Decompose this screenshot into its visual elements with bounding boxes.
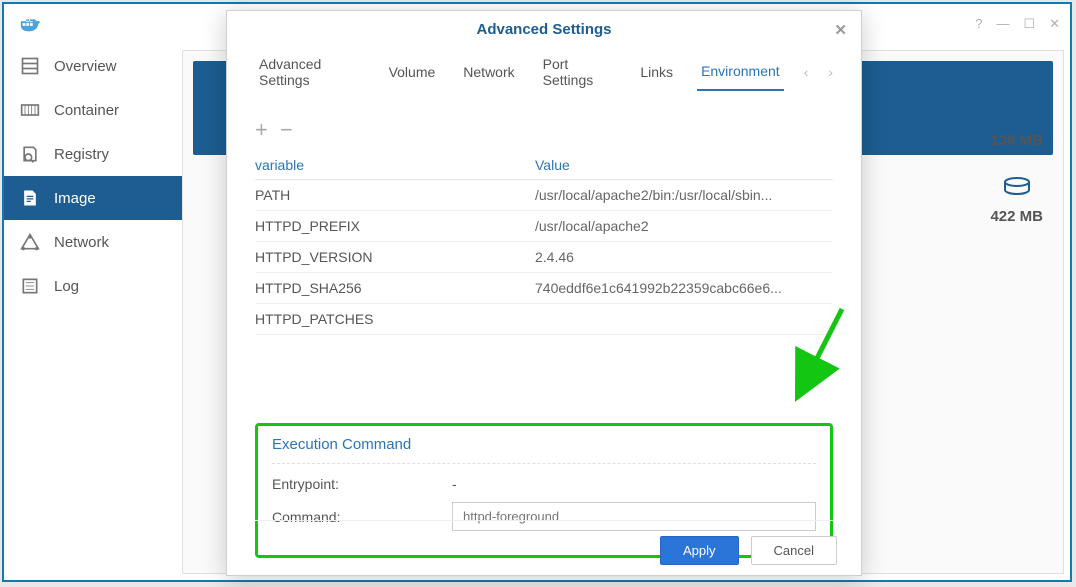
overview-icon xyxy=(20,56,40,76)
close-button[interactable]: ✕ xyxy=(1049,16,1060,32)
disk-icon xyxy=(1003,177,1031,197)
stat-value: 138 MB xyxy=(990,132,1043,149)
entrypoint-value: - xyxy=(452,476,457,492)
advanced-settings-modal: Advanced Settings ✕ Advanced Settings Vo… xyxy=(226,10,862,576)
tab-network[interactable]: Network xyxy=(459,54,518,90)
env-var: HTTPD_VERSION xyxy=(255,249,535,265)
container-icon xyxy=(20,100,40,120)
env-row[interactable]: PATH/usr/local/apache2/bin:/usr/local/sb… xyxy=(255,180,833,211)
env-var: HTTPD_PATCHES xyxy=(255,311,535,327)
sidebar-item-image[interactable]: Image xyxy=(4,176,182,220)
tab-next-icon[interactable]: › xyxy=(828,64,833,80)
modal-title: Advanced Settings ✕ xyxy=(227,11,861,46)
env-row[interactable]: HTTPD_SHA256740eddf6e1c641992b22359cabc6… xyxy=(255,273,833,304)
tab-volume[interactable]: Volume xyxy=(385,54,440,90)
add-row-button[interactable]: + xyxy=(255,117,268,143)
sidebar-item-registry[interactable]: Registry xyxy=(4,132,182,176)
registry-icon xyxy=(20,144,40,164)
env-var: HTTPD_SHA256 xyxy=(255,280,535,296)
tab-advanced-settings[interactable]: Advanced Settings xyxy=(255,46,365,98)
remove-row-button[interactable]: − xyxy=(280,117,293,143)
sidebar-label: Container xyxy=(54,102,119,119)
entrypoint-label: Entrypoint: xyxy=(272,476,452,492)
tab-environment[interactable]: Environment xyxy=(697,53,784,91)
command-label: Command: xyxy=(272,509,452,525)
tab-prev-icon[interactable]: ‹ xyxy=(804,64,809,80)
env-row[interactable]: HTTPD_VERSION2.4.46 xyxy=(255,242,833,273)
env-val: 2.4.46 xyxy=(535,249,833,265)
stats-panel: 138 MB 422 MB xyxy=(990,101,1043,225)
apply-button[interactable]: Apply xyxy=(660,536,739,565)
image-icon xyxy=(20,188,40,208)
env-var: HTTPD_PREFIX xyxy=(255,218,535,234)
col-value: Value xyxy=(535,157,570,173)
tab-port-settings[interactable]: Port Settings xyxy=(539,46,617,98)
sidebar: Overview Container Registry Image Networ… xyxy=(4,44,182,580)
env-row[interactable]: HTTPD_PREFIX/usr/local/apache2 xyxy=(255,211,833,242)
stat-value: 422 MB xyxy=(990,208,1043,225)
sidebar-item-network[interactable]: Network xyxy=(4,220,182,264)
network-icon xyxy=(20,232,40,252)
env-var: PATH xyxy=(255,187,535,203)
maximize-button[interactable]: ☐ xyxy=(1023,16,1035,32)
sidebar-label: Image xyxy=(54,190,96,207)
window-controls: ? — ☐ ✕ xyxy=(975,16,1060,32)
col-variable: variable xyxy=(255,157,535,173)
modal-footer: Apply Cancel xyxy=(660,522,837,565)
env-val: /usr/local/apache2 xyxy=(535,218,833,234)
modal-tabs: Advanced Settings Volume Network Port Se… xyxy=(227,46,861,99)
disk-icon xyxy=(1003,101,1031,121)
docker-icon xyxy=(19,13,41,35)
sidebar-label: Overview xyxy=(54,58,117,75)
help-button[interactable]: ? xyxy=(975,16,982,32)
main-window: ? — ☐ ✕ Overview Container Registry Imag… xyxy=(2,2,1072,582)
env-val: 740eddf6e1c641992b22359cabc66e6... xyxy=(535,280,833,296)
sidebar-item-log[interactable]: Log xyxy=(4,264,182,308)
sidebar-label: Network xyxy=(54,234,109,251)
env-table-header: variable Value xyxy=(255,151,833,180)
stat-item: 422 MB xyxy=(990,177,1043,225)
log-icon xyxy=(20,276,40,296)
cancel-button[interactable]: Cancel xyxy=(751,536,837,565)
minimize-button[interactable]: — xyxy=(996,16,1009,32)
exec-title: Execution Command xyxy=(272,436,816,453)
sidebar-label: Registry xyxy=(54,146,109,163)
close-icon[interactable]: ✕ xyxy=(834,21,847,39)
stat-item: 138 MB xyxy=(990,101,1043,149)
env-val xyxy=(535,311,833,327)
env-row[interactable]: HTTPD_PATCHES xyxy=(255,304,833,335)
tab-links[interactable]: Links xyxy=(636,54,677,90)
env-val: /usr/local/apache2/bin:/usr/local/sbin..… xyxy=(535,187,833,203)
sidebar-label: Log xyxy=(54,278,79,295)
sidebar-item-container[interactable]: Container xyxy=(4,88,182,132)
sidebar-item-overview[interactable]: Overview xyxy=(4,44,182,88)
